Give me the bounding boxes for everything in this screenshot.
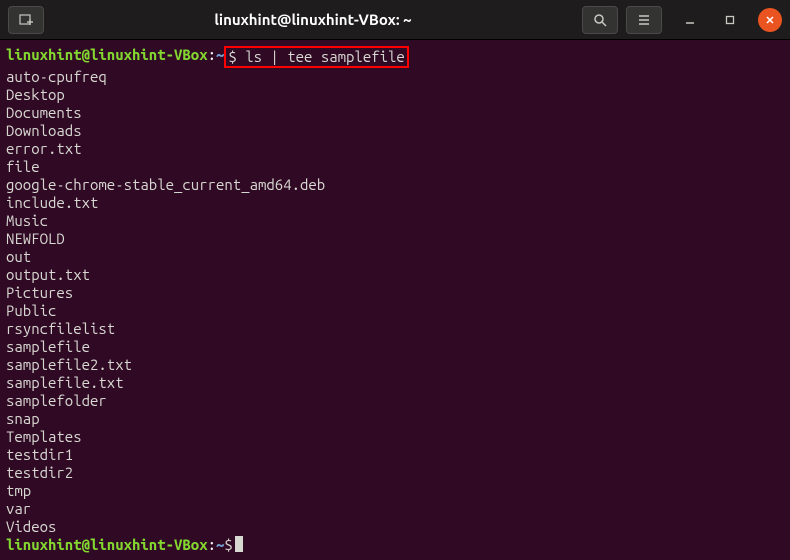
output-line: output.txt — [6, 266, 784, 284]
prompt-line-1: linuxhint@linuxhint-VBox:~$ ls | tee sam… — [6, 46, 784, 68]
output-line: testdir2 — [6, 464, 784, 482]
new-tab-icon — [18, 12, 34, 28]
output-line: Documents — [6, 104, 784, 122]
search-button[interactable] — [582, 6, 618, 34]
output-line: Desktop — [6, 86, 784, 104]
output-line: Public — [6, 302, 784, 320]
maximize-icon — [725, 15, 735, 25]
prompt-colon-2: : — [208, 536, 216, 554]
output-container: auto-cpufreqDesktopDocumentsDownloadserr… — [6, 68, 784, 536]
output-line: var — [6, 500, 784, 518]
output-line: file — [6, 158, 784, 176]
output-line: samplefile.txt — [6, 374, 784, 392]
right-controls — [582, 6, 782, 34]
prompt-dollar: $ — [228, 48, 245, 65]
output-line: Templates — [6, 428, 784, 446]
output-line: Pictures — [6, 284, 784, 302]
output-line: samplefile — [6, 338, 784, 356]
minimize-icon — [685, 15, 695, 25]
prompt-colon: : — [208, 46, 216, 68]
output-line: samplefolder — [6, 392, 784, 410]
prompt-path: ~ — [216, 46, 224, 68]
titlebar: linuxhint@linuxhint-VBox: ~ — [0, 0, 790, 40]
output-line: Videos — [6, 518, 784, 536]
maximize-button[interactable] — [718, 8, 742, 32]
terminal-content[interactable]: linuxhint@linuxhint-VBox:~$ ls | tee sam… — [0, 40, 790, 560]
hamburger-icon — [637, 13, 651, 27]
command-highlight: $ ls | tee samplefile — [224, 46, 408, 68]
output-line: samplefile2.txt — [6, 356, 784, 374]
output-line: error.txt — [6, 140, 784, 158]
command-text: ls | tee samplefile — [245, 48, 405, 65]
output-line: snap — [6, 410, 784, 428]
cursor — [235, 536, 243, 552]
new-tab-button[interactable] — [8, 6, 44, 34]
output-line: testdir1 — [6, 446, 784, 464]
menu-button[interactable] — [626, 6, 662, 34]
output-line: NEWFOLD — [6, 230, 784, 248]
prompt-dollar-2: $ — [224, 536, 232, 554]
close-icon — [765, 15, 775, 25]
prompt-line-2: linuxhint@linuxhint-VBox:~$ — [6, 536, 784, 554]
output-line: Music — [6, 212, 784, 230]
prompt-userhost-2: linuxhint@linuxhint-VBox — [6, 536, 208, 554]
output-line: Downloads — [6, 122, 784, 140]
prompt-userhost: linuxhint@linuxhint-VBox — [6, 46, 208, 68]
output-line: out — [6, 248, 784, 266]
minimize-button[interactable] — [678, 8, 702, 32]
prompt-path-2: ~ — [216, 536, 224, 554]
close-button[interactable] — [758, 8, 782, 32]
output-line: auto-cpufreq — [6, 68, 784, 86]
window-title: linuxhint@linuxhint-VBox: ~ — [44, 11, 582, 28]
output-line: google-chrome-stable_current_amd64.deb — [6, 176, 784, 194]
output-line: tmp — [6, 482, 784, 500]
output-line: rsyncfilelist — [6, 320, 784, 338]
search-icon — [593, 13, 607, 27]
output-line: include.txt — [6, 194, 784, 212]
